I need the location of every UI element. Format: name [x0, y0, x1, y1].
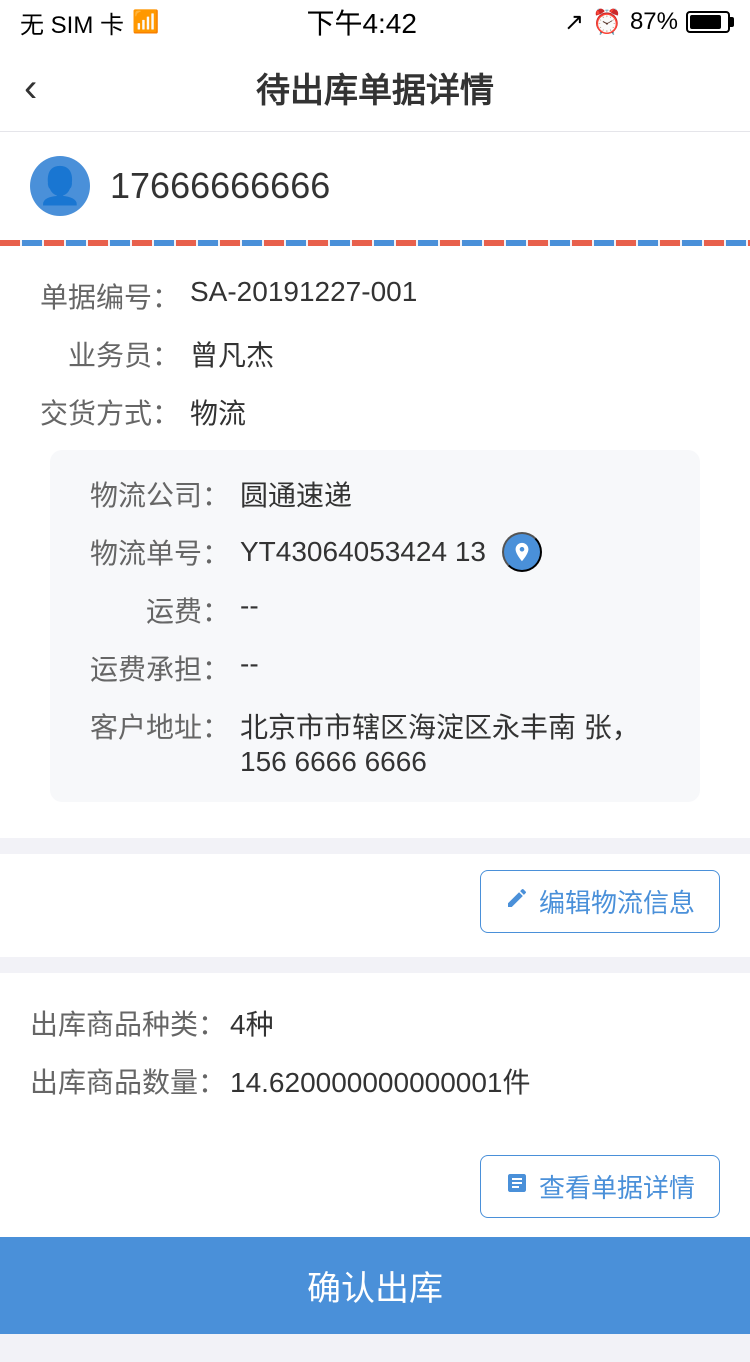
goods-type-row: 出库商品种类： 4种 — [30, 1003, 720, 1043]
order-no-label: 单据编号： — [30, 276, 190, 316]
location-icon: ↗ — [564, 8, 584, 37]
location-button[interactable] — [502, 532, 542, 572]
edit-logistics-button[interactable]: 编辑物流信息 — [480, 870, 720, 933]
map-pin-icon — [511, 541, 533, 563]
order-no-value: SA-20191227-001 — [190, 276, 720, 308]
edit-logistics-label: 编辑物流信息 — [539, 883, 695, 920]
logistics-company-label: 物流公司： — [80, 474, 240, 514]
goods-section: 出库商品种类： 4种 出库商品数量： 14.620000000000001件 — [0, 973, 750, 1139]
nav-bar: ‹ 待出库单据详情 — [0, 44, 750, 132]
status-right: ↗ ⏰ 87% — [564, 8, 730, 37]
carrier-text: 无 SIM 卡 — [20, 5, 124, 40]
battery-percent: 87% — [630, 8, 678, 36]
freight-row: 运费： -- — [80, 590, 670, 630]
page-title: 待出库单据详情 — [256, 63, 494, 112]
alarm-icon: ⏰ — [592, 8, 622, 37]
address-value: 北京市市辖区海淀区永丰南 张，156 6666 6666 — [240, 706, 670, 778]
customer-section: 👤 17666666666 — [0, 132, 750, 240]
freight-value: -- — [240, 590, 670, 622]
status-time: 下午4:42 — [306, 2, 417, 42]
edit-btn-wrapper: 编辑物流信息 — [0, 854, 750, 957]
freight-bearer-value: -- — [240, 648, 670, 680]
logistics-company-row: 物流公司： 圆通速递 — [80, 474, 670, 514]
goods-type-value: 4种 — [230, 1003, 274, 1043]
freight-bearer-label: 运费承担： — [80, 648, 240, 688]
view-details-label: 查看单据详情 — [539, 1168, 695, 1205]
view-details-icon — [505, 1171, 529, 1202]
goods-quantity-value: 14.620000000000001件 — [230, 1061, 531, 1101]
edit-icon — [505, 886, 529, 917]
content: 👤 17666666666 单据编号： SA-20191227-001 业务员：… — [0, 132, 750, 1362]
delivery-value: 物流 — [190, 392, 720, 432]
goods-quantity-label: 出库商品数量： — [30, 1061, 230, 1101]
view-btn-wrapper: 查看单据详情 — [0, 1139, 750, 1242]
logistics-card: 物流公司： 圆通速递 物流单号： YT43064053424 13 运费： -- — [50, 450, 700, 802]
salesman-label: 业务员： — [30, 334, 190, 374]
customer-phone: 17666666666 — [110, 165, 330, 207]
goods-type-label: 出库商品种类： — [30, 1003, 230, 1043]
tracking-no-label: 物流单号： — [80, 532, 240, 572]
status-bar: 无 SIM 卡 📶 下午4:42 ↗ ⏰ 87% — [0, 0, 750, 44]
order-no-row: 单据编号： SA-20191227-001 — [30, 276, 720, 316]
tracking-no-value: YT43064053424 13 — [240, 532, 670, 572]
delivery-row: 交货方式： 物流 — [30, 392, 720, 432]
battery-icon — [686, 11, 730, 33]
status-left: 无 SIM 卡 📶 — [20, 5, 159, 40]
address-label: 客户地址： — [80, 706, 240, 746]
logistics-company-value: 圆通速递 — [240, 474, 670, 514]
wifi-icon: 📶 — [132, 9, 159, 35]
tracking-no-row: 物流单号： YT43064053424 13 — [80, 532, 670, 572]
address-row: 客户地址： 北京市市辖区海淀区永丰南 张，156 6666 6666 — [80, 706, 670, 778]
order-info-section: 单据编号： SA-20191227-001 业务员： 曾凡杰 交货方式： 物流 … — [0, 246, 750, 838]
freight-label: 运费： — [80, 590, 240, 630]
avatar: 👤 — [30, 156, 90, 216]
salesman-row: 业务员： 曾凡杰 — [30, 334, 720, 374]
confirm-button-label: 确认出库 — [307, 1270, 443, 1308]
confirm-button[interactable]: 确认出库 — [0, 1237, 750, 1334]
section-divider — [0, 957, 750, 973]
goods-quantity-row: 出库商品数量： 14.620000000000001件 — [30, 1061, 720, 1101]
back-button[interactable]: ‹ — [24, 68, 37, 108]
salesman-value: 曾凡杰 — [190, 334, 720, 374]
freight-bearer-row: 运费承担： -- — [80, 648, 670, 688]
user-icon: 👤 — [38, 165, 83, 207]
view-details-button[interactable]: 查看单据详情 — [480, 1155, 720, 1218]
delivery-label: 交货方式： — [30, 392, 190, 432]
